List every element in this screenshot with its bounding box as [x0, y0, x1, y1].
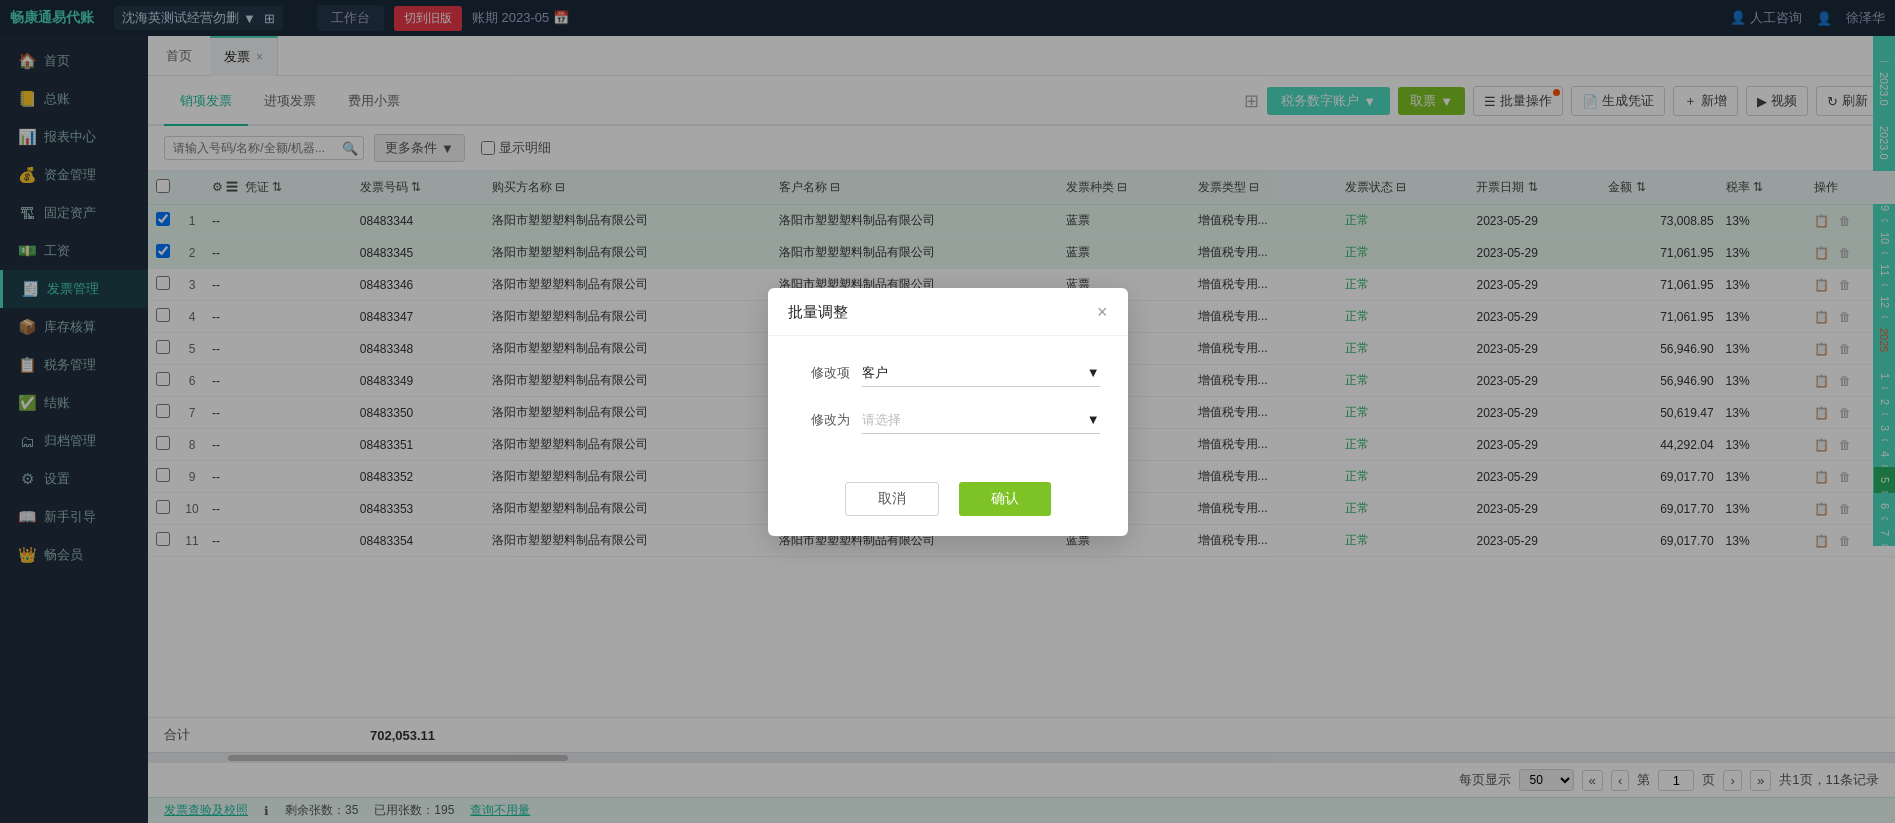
modify-item-dropdown-icon: ▼	[1087, 365, 1100, 380]
modal-close-button[interactable]: ×	[1097, 302, 1108, 323]
batch-adjust-modal: 批量调整 × 修改项 客户 ▼ 修改为 请选择 ▼ 取消 确认	[768, 288, 1128, 536]
modify-to-dropdown-icon: ▼	[1087, 412, 1100, 427]
modify-item-label: 修改项	[796, 364, 850, 382]
modal-cancel-button[interactable]: 取消	[845, 482, 939, 516]
modify-to-row: 修改为 请选择 ▼	[796, 407, 1100, 434]
modal-overlay: 批量调整 × 修改项 客户 ▼ 修改为 请选择 ▼ 取消 确认	[0, 0, 1895, 823]
modify-item-row: 修改项 客户 ▼	[796, 360, 1100, 387]
modify-to-label: 修改为	[796, 411, 850, 429]
modify-to-placeholder: 请选择	[862, 411, 901, 429]
modify-item-select[interactable]: 客户 ▼	[862, 360, 1100, 387]
modify-to-select[interactable]: 请选择 ▼	[862, 407, 1100, 434]
modal-footer: 取消 确认	[768, 472, 1128, 536]
modal-header: 批量调整 ×	[768, 288, 1128, 336]
modal-title: 批量调整	[788, 303, 848, 322]
modify-item-value: 客户	[862, 364, 888, 382]
modal-confirm-button[interactable]: 确认	[959, 482, 1051, 516]
modal-body: 修改项 客户 ▼ 修改为 请选择 ▼	[768, 336, 1128, 472]
